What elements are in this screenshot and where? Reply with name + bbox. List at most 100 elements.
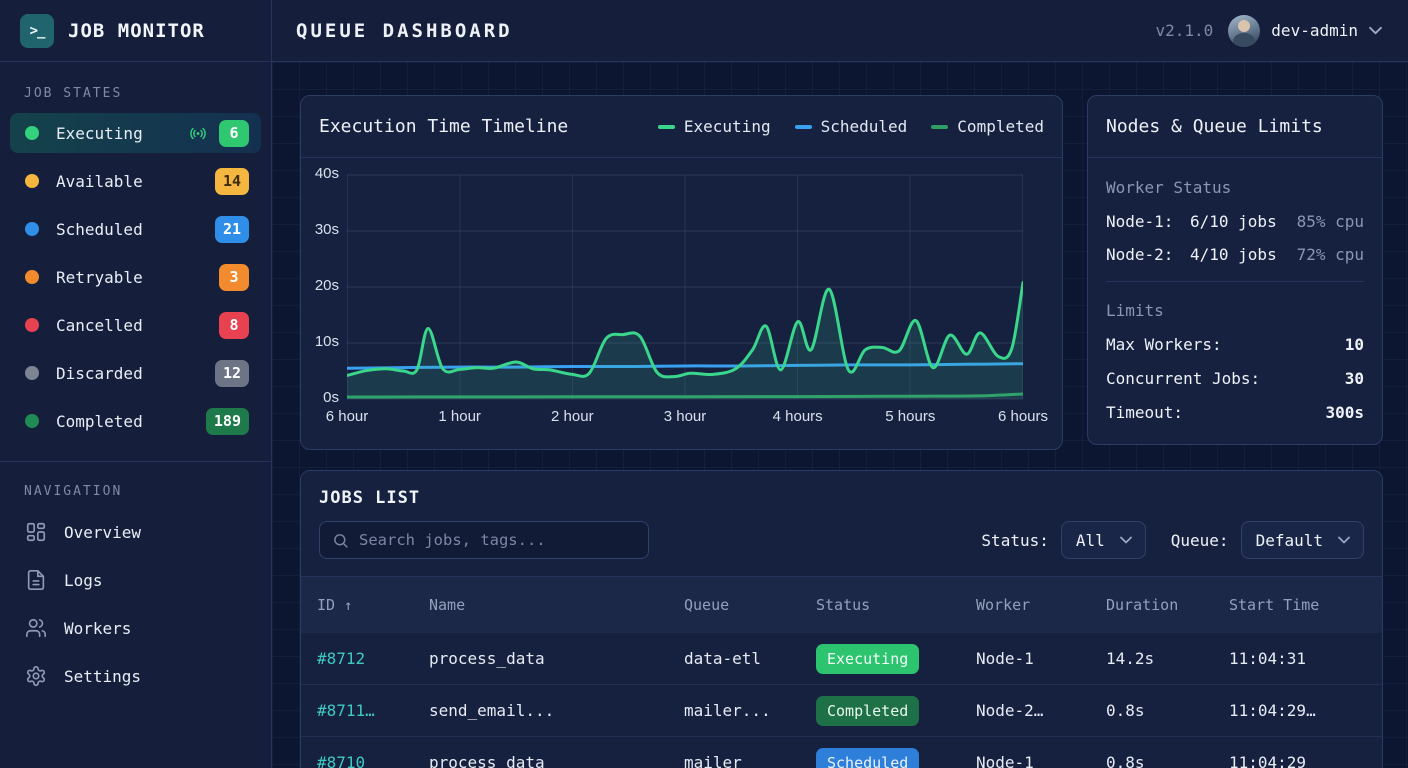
state-label: Scheduled (56, 219, 143, 239)
state-count-badge: 6 (219, 119, 249, 147)
limits-header: Limits (1106, 301, 1164, 320)
grid-icon (25, 521, 47, 543)
job-start-time: 11:04:31 (1229, 649, 1307, 668)
page-title: QUEUE DASHBOARD (296, 19, 513, 42)
state-count-badge: 8 (219, 311, 249, 339)
limit-value: 10 (1344, 335, 1364, 354)
limit-label: Concurrent Jobs: (1106, 369, 1261, 388)
legend-label: Executing (683, 117, 771, 136)
worker-cpu: 72% cpu (1296, 245, 1364, 264)
search-input[interactable] (359, 531, 636, 549)
state-dot (25, 270, 39, 284)
table-header-row: ID ↑ Name Queue Status Worker Duration Start T… (301, 577, 1382, 633)
state-dot (25, 414, 39, 428)
sidebar: JOB STATES Executing 6 Available 14 Sche… (0, 62, 272, 768)
worker-status-list: Node-1: 6/10 jobs 85% cpu Node-2: 4/10 j… (1106, 212, 1364, 264)
nodes-divider (1106, 281, 1364, 282)
nodes-card-title: Nodes & Queue Limits (1106, 116, 1323, 137)
sidebar-state-retryable[interactable]: Retryable 3 (10, 257, 261, 297)
state-dot (25, 126, 39, 140)
app-title: JOB MONITOR (68, 19, 205, 42)
column-header-id[interactable]: ID ↑ (317, 596, 429, 614)
sidebar-state-available[interactable]: Available 14 (10, 161, 261, 201)
job-queue: mailer... (684, 701, 771, 720)
nav-item-workers[interactable]: Workers (0, 607, 271, 649)
sidebar-state-discarded[interactable]: Discarded 12 (10, 353, 261, 393)
table-body: #8712 process_data data-etl Executing No… (301, 633, 1382, 768)
limit-value: 300s (1325, 403, 1364, 422)
job-duration: 14.2s (1106, 649, 1155, 668)
legend-item[interactable]: Completed (931, 117, 1044, 136)
job-duration: 0.8s (1106, 701, 1145, 720)
search-icon (332, 532, 349, 549)
worker-row: Node-1: 6/10 jobs 85% cpu (1106, 212, 1364, 231)
sidebar-state-cancelled[interactable]: Cancelled 8 (10, 305, 261, 345)
users-icon (25, 617, 47, 639)
filter-status: Status: All (981, 521, 1146, 559)
table-row[interactable]: #8712 process_data data-etl Executing No… (301, 633, 1382, 685)
job-states-header: JOB STATES (24, 86, 123, 101)
jobs-list-title: JOBS LIST (319, 488, 421, 508)
job-id-link[interactable]: #8710 (317, 753, 429, 768)
nav-item-overview[interactable]: Overview (0, 511, 271, 553)
column-header-duration[interactable]: Duration (1106, 596, 1229, 614)
y-tick-label: 10s (314, 333, 339, 350)
jobs-table: ID ↑ Name Queue Status Worker Duration Start T… (301, 576, 1382, 768)
navigation-list: Overview Logs Workers Settings (0, 511, 271, 697)
user-menu[interactable]: dev-admin (1228, 14, 1382, 47)
column-header-queue[interactable]: Queue (684, 596, 816, 614)
jobs-list-card: JOBS LIST Status: All (300, 470, 1383, 768)
legend-label: Scheduled (820, 117, 908, 136)
filter-queue: Queue: Default (1171, 521, 1364, 559)
nav-item-logs[interactable]: Logs (0, 559, 271, 601)
filter-select[interactable]: Default (1240, 521, 1364, 559)
chevron-down-icon (1338, 536, 1350, 544)
nav-label: Settings (64, 666, 142, 686)
job-worker: Node-1 (976, 753, 1034, 768)
execution-timeline-card: Execution Time Timeline Executing Schedu… (300, 95, 1063, 450)
state-dot (25, 222, 39, 236)
worker-name: Node-1: (1106, 212, 1174, 231)
job-id-link[interactable]: #8712 (317, 649, 429, 668)
gear-icon (25, 665, 47, 687)
legend-label: Completed (957, 117, 1044, 136)
worker-cpu: 85% cpu (1296, 212, 1364, 231)
limits-list: Max Workers: 10 Concurrent Jobs: 30 Time… (1106, 335, 1364, 422)
limit-label: Timeout: (1106, 403, 1184, 422)
legend-item[interactable]: Scheduled (794, 117, 908, 136)
job-id-link[interactable]: #8711… (317, 701, 429, 720)
x-tick-label: 2 hour (551, 408, 594, 425)
file-icon (25, 569, 47, 591)
sidebar-state-completed[interactable]: Completed 189 (10, 401, 261, 441)
legend-swatch (657, 124, 675, 129)
limit-value: 30 (1344, 369, 1364, 388)
search-box[interactable] (319, 521, 649, 559)
column-header-status[interactable]: Status (816, 596, 976, 614)
y-tick-label: 20s (314, 277, 339, 294)
x-tick-label: 6 hours (997, 408, 1049, 425)
table-row[interactable]: #8711… send_email... mailer... Completed… (301, 685, 1382, 737)
filter-select[interactable]: All (1060, 521, 1146, 559)
top-header: >_ JOB MONITOR QUEUE DASHBOARD v2.1.0 de… (0, 0, 1408, 62)
job-states-list: Executing 6 Available 14 Scheduled 21 Re… (0, 113, 271, 441)
username: dev-admin (1271, 21, 1358, 40)
limit-row: Concurrent Jobs: 30 (1106, 369, 1364, 388)
status-badge: Executing (816, 643, 920, 674)
column-header-start-time[interactable]: Start Time (1229, 596, 1382, 614)
table-row[interactable]: #8710 process_data mailer Scheduled Node… (301, 737, 1382, 768)
sidebar-state-scheduled[interactable]: Scheduled 21 (10, 209, 261, 249)
sidebar-state-executing[interactable]: Executing 6 (10, 113, 261, 153)
column-header-worker[interactable]: Worker (976, 596, 1106, 614)
state-count-badge: 21 (214, 215, 249, 243)
legend-item[interactable]: Executing (657, 117, 771, 136)
column-header-name[interactable]: Name (429, 596, 684, 614)
filter-label: Queue: (1170, 530, 1229, 550)
worker-jobs: 4/10 jobs (1190, 245, 1277, 264)
job-name: send_email... (429, 701, 555, 720)
nav-item-settings[interactable]: Settings (0, 655, 271, 697)
chart-legend: Executing Scheduled Completed (657, 117, 1044, 136)
chart-plot-area (347, 174, 1023, 400)
timeline-chart: 40s 30s 20s 10s 0s 6 hour 1 hour 2 hour 3 hour 4… (301, 158, 1062, 449)
state-label: Retryable (56, 267, 143, 287)
legend-swatch (931, 124, 949, 129)
